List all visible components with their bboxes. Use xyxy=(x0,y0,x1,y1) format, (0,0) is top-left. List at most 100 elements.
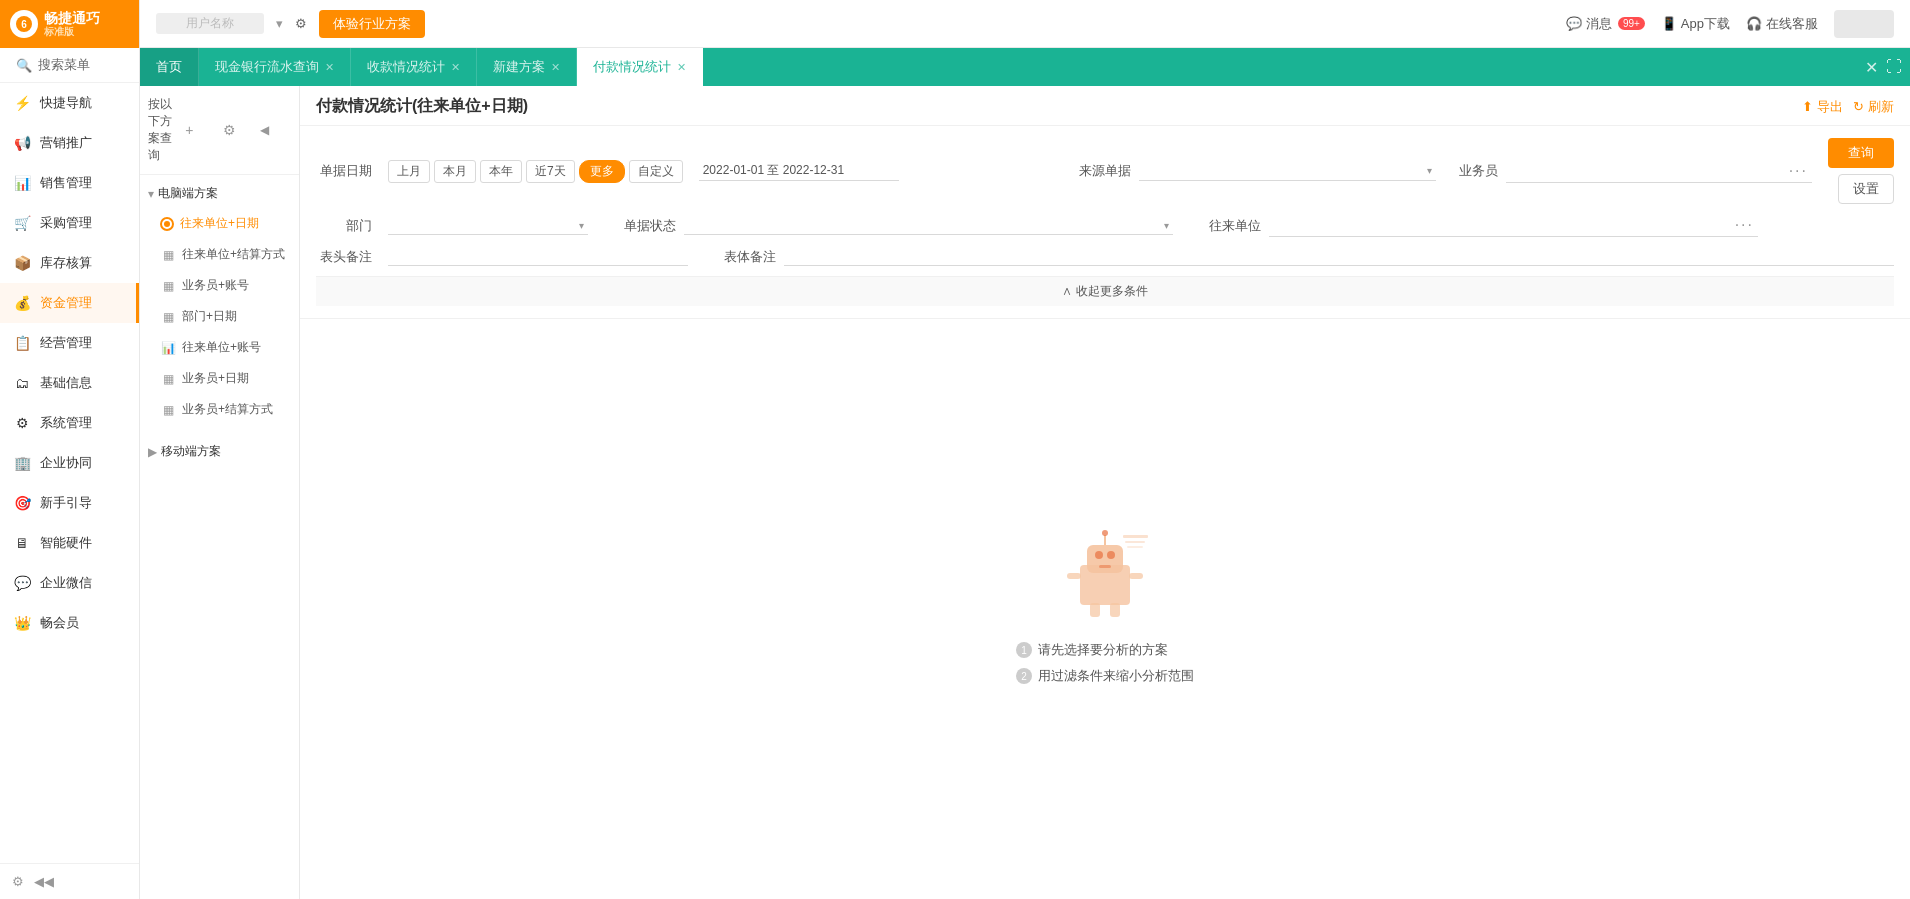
sidebar-item-marketing[interactable]: 📢 营销推广 xyxy=(0,123,139,163)
app-logo: 6 畅捷通巧 标准版 xyxy=(0,0,139,48)
sidebar-item-finance[interactable]: 💰 资金管理 xyxy=(0,283,139,323)
trial-btn[interactable]: 体验行业方案 xyxy=(319,10,425,38)
sidebar-menu: ⚡ 快捷导航 📢 营销推广 📊 销售管理 🛒 采购管理 📦 库存核算 💰 资金管… xyxy=(0,83,139,863)
topbar-settings-icon[interactable]: ⚙ xyxy=(295,16,307,31)
table-header-note-input[interactable] xyxy=(388,247,688,266)
collapse-sidebar-icon[interactable]: ◀◀ xyxy=(34,874,54,889)
sidebar-item-operation[interactable]: 📋 经营管理 xyxy=(0,323,139,363)
dept-select[interactable] xyxy=(392,218,575,232)
salesperson-input[interactable] xyxy=(1510,164,1789,178)
tab-bank-flow[interactable]: 现金银行流水查询 ✕ xyxy=(199,48,351,86)
tabbar: 首页 现金银行流水查询 ✕ 收款情况统计 ✕ 新建方案 ✕ 付款情况统计 ✕ ✕… xyxy=(140,48,1910,86)
search-menu[interactable]: 🔍 搜索菜单 xyxy=(0,48,139,83)
app-download-btn[interactable]: 📱 App下载 xyxy=(1661,15,1730,33)
sidebar-item-sales[interactable]: 📊 销售管理 xyxy=(0,163,139,203)
sidebar-item-member[interactable]: 👑 畅会员 xyxy=(0,603,139,643)
source-dropdown-icon: ▾ xyxy=(1427,165,1432,176)
scheme-icon-salesperson-account: ▦ xyxy=(160,278,176,294)
date-btn-more[interactable]: 更多 xyxy=(579,160,625,183)
sidebar-bottom: ⚙ ◀◀ xyxy=(0,863,139,899)
tab-close-receipt-stats[interactable]: ✕ xyxy=(451,61,460,74)
topbar-dropdown-icon[interactable]: ▾ xyxy=(276,16,283,31)
date-btn-custom[interactable]: 自定义 xyxy=(629,160,683,183)
page-title: 付款情况统计(往来单位+日期) xyxy=(316,96,528,117)
scheme-settings-btn[interactable]: ⚙ xyxy=(223,122,254,138)
tab-home[interactable]: 首页 xyxy=(140,48,199,86)
salesperson-label: 业务员 xyxy=(1452,162,1498,180)
sidebar-item-inventory[interactable]: 📦 库存核算 xyxy=(0,243,139,283)
operation-icon: 📋 xyxy=(12,333,32,353)
svg-point-5 xyxy=(1107,551,1115,559)
guide-icon: 🎯 xyxy=(12,493,32,513)
purchase-icon: 🛒 xyxy=(12,213,32,233)
date-btn-this-month[interactable]: 本月 xyxy=(434,160,476,183)
user-avatar[interactable] xyxy=(1834,10,1894,38)
date-btn-this-year[interactable]: 本年 xyxy=(480,160,522,183)
basic-icon: 🗂 xyxy=(12,373,32,393)
wechat-icon: 💬 xyxy=(12,573,32,593)
table-body-note-input[interactable] xyxy=(784,247,1894,266)
date-btn-last-month[interactable]: 上月 xyxy=(388,160,430,183)
partner-input[interactable] xyxy=(1273,218,1735,232)
sidebar-item-quick-nav[interactable]: ⚡ 快捷导航 xyxy=(0,83,139,123)
status-select[interactable] xyxy=(688,218,1160,232)
desktop-group-title[interactable]: ▾ 电脑端方案 xyxy=(140,179,299,208)
mobile-scheme-group: ▶ 移动端方案 xyxy=(140,433,299,470)
scheme-add-btn[interactable]: + xyxy=(185,122,216,138)
scheme-icon-salesperson-date: ▦ xyxy=(160,371,176,387)
date-btn-last-7-days[interactable]: 近7天 xyxy=(526,160,575,183)
page-header: 付款情况统计(往来单位+日期) ⬆ 导出 ↻ 刷新 xyxy=(300,86,1910,126)
sidebar-item-system[interactable]: ⚙ 系统管理 xyxy=(0,403,139,443)
salesperson-more-btn[interactable]: ··· xyxy=(1789,162,1808,180)
tab-close-bank-flow[interactable]: ✕ xyxy=(325,61,334,74)
scheme-panel-title: 按以下方案查询 xyxy=(148,96,179,164)
scheme-item-salesperson-settlement[interactable]: ▦ 业务员+结算方式 xyxy=(140,394,299,425)
scheme-item-partner-date[interactable]: 往来单位+日期 xyxy=(140,208,299,239)
messages-btn[interactable]: 💬 消息 99+ xyxy=(1566,15,1645,33)
maximize-btn[interactable]: ⛶ xyxy=(1886,58,1902,76)
svg-rect-9 xyxy=(1090,603,1100,617)
sidebar-item-wechat[interactable]: 💬 企业微信 xyxy=(0,563,139,603)
tab-payment-stats[interactable]: 付款情况统计 ✕ xyxy=(577,48,703,86)
online-service-btn[interactable]: 🎧 在线客服 xyxy=(1746,15,1818,33)
sidebar-item-basic[interactable]: 🗂 基础信息 xyxy=(0,363,139,403)
scheme-item-salesperson-account[interactable]: ▦ 业务员+账号 xyxy=(140,270,299,301)
scheme-icon-dept-date: ▦ xyxy=(160,309,176,325)
partner-more-btn[interactable]: ··· xyxy=(1735,216,1754,234)
date-label: 单据日期 xyxy=(316,162,372,180)
filter-settings-btn[interactable]: 设置 xyxy=(1838,174,1894,204)
source-select[interactable] xyxy=(1143,164,1422,178)
dept-dropdown-icon: ▾ xyxy=(579,220,584,231)
dept-label: 部门 xyxy=(316,217,372,235)
download-icon: 📱 xyxy=(1661,16,1677,31)
date-range-input[interactable] xyxy=(699,162,899,181)
tab-new-scheme[interactable]: 新建方案 ✕ xyxy=(477,48,577,86)
scheme-collapse-btn[interactable]: ◀ xyxy=(260,123,291,137)
scheme-item-salesperson-date[interactable]: ▦ 业务员+日期 xyxy=(140,363,299,394)
tab-close-payment-stats[interactable]: ✕ xyxy=(677,61,686,74)
scheme-item-partner-account[interactable]: 📊 往来单位+账号 xyxy=(140,332,299,363)
collapse-more-conditions[interactable]: ∧ 收起更多条件 xyxy=(316,276,1894,306)
refresh-btn[interactable]: ↻ 刷新 xyxy=(1853,98,1894,116)
scheme-icon-partner-account: 📊 xyxy=(160,340,176,356)
search-icon: 🔍 xyxy=(16,58,32,73)
sales-icon: 📊 xyxy=(12,173,32,193)
sidebar-item-guide[interactable]: 🎯 新手引导 xyxy=(0,483,139,523)
close-all-tabs-btn[interactable]: ✕ xyxy=(1865,58,1878,77)
scheme-item-dept-date[interactable]: ▦ 部门+日期 xyxy=(140,301,299,332)
table-body-note-label: 表体备注 xyxy=(720,248,776,266)
export-btn[interactable]: ⬆ 导出 xyxy=(1802,98,1843,116)
service-icon: 🎧 xyxy=(1746,16,1762,31)
tab-receipt-stats[interactable]: 收款情况统计 ✕ xyxy=(351,48,477,86)
mobile-group-title[interactable]: ▶ 移动端方案 xyxy=(140,437,299,466)
sidebar-item-enterprise[interactable]: 🏢 企业协同 xyxy=(0,443,139,483)
scheme-item-partner-settlement[interactable]: ▦ 往来单位+结算方式 xyxy=(140,239,299,270)
sidebar-item-hardware[interactable]: 🖥 智能硬件 xyxy=(0,523,139,563)
sidebar-item-purchase[interactable]: 🛒 采购管理 xyxy=(0,203,139,243)
tab-close-new-scheme[interactable]: ✕ xyxy=(551,61,560,74)
mobile-group-arrow: ▶ xyxy=(148,445,157,459)
svg-rect-8 xyxy=(1129,573,1143,579)
query-btn[interactable]: 查询 xyxy=(1828,138,1894,168)
finance-icon: 💰 xyxy=(12,293,32,313)
settings-bottom-icon[interactable]: ⚙ xyxy=(12,874,24,889)
